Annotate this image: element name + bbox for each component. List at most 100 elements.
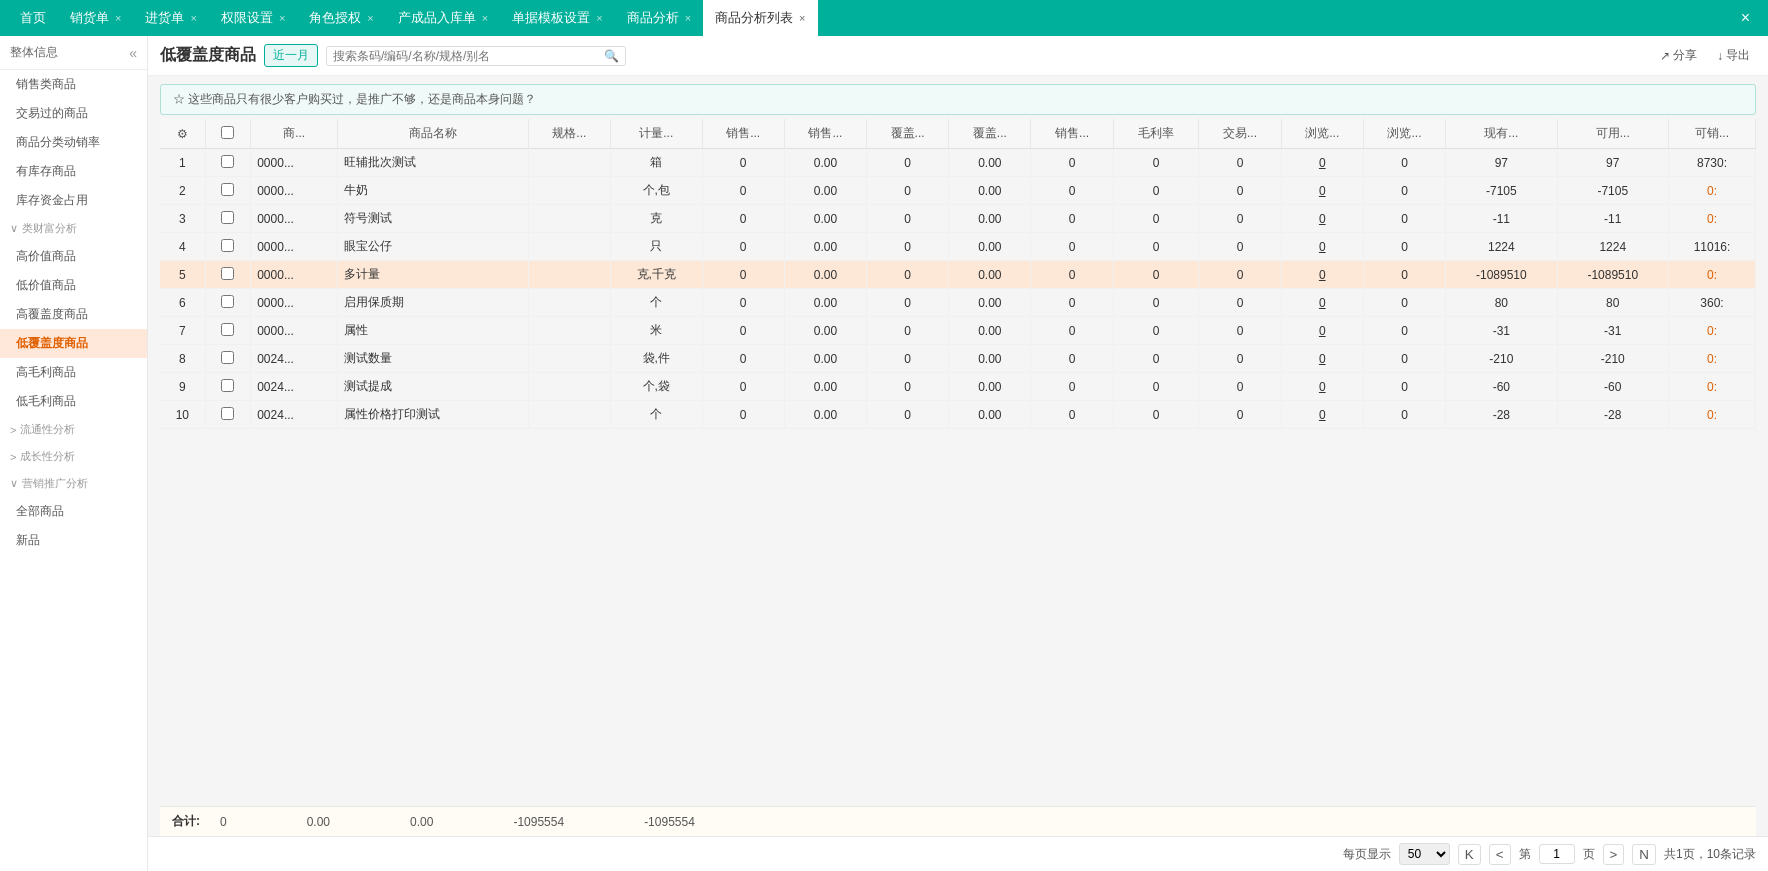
close-product-analysis-tab[interactable]: ×: [685, 12, 691, 24]
th-saleable[interactable]: 可销...: [1668, 119, 1755, 149]
th-view2[interactable]: 浏览...: [1363, 119, 1445, 149]
row-checkbox[interactable]: [205, 345, 250, 373]
sidebar-item-stock-capital[interactable]: 库存资金占用: [0, 186, 147, 215]
row-select-checkbox[interactable]: [221, 211, 234, 224]
close-role-tab[interactable]: ×: [367, 12, 373, 24]
close-purchase-tab[interactable]: ×: [190, 12, 196, 24]
row-view1[interactable]: 0: [1281, 317, 1363, 345]
row-view1[interactable]: 0: [1281, 345, 1363, 373]
close-product-analysis-list-tab[interactable]: ×: [799, 12, 805, 24]
sidebar-item-low-profit[interactable]: 低毛利商品: [0, 387, 147, 416]
view1-link[interactable]: 0: [1319, 156, 1326, 170]
nav-role[interactable]: 角色授权 ×: [297, 0, 385, 36]
prev-page-button[interactable]: <: [1489, 844, 1511, 865]
th-gross[interactable]: 毛利率: [1113, 119, 1199, 149]
row-select-checkbox[interactable]: [221, 379, 234, 392]
export-button[interactable]: ↓ 导出: [1711, 45, 1756, 66]
view1-link[interactable]: 0: [1319, 212, 1326, 226]
close-template-tab[interactable]: ×: [596, 12, 602, 24]
nav-sales[interactable]: 销货单 ×: [58, 0, 133, 36]
sidebar-item-low-coverage[interactable]: 低覆盖度商品: [0, 329, 147, 358]
row-checkbox[interactable]: [205, 317, 250, 345]
select-all-checkbox[interactable]: [221, 126, 234, 139]
view1-link[interactable]: 0: [1319, 352, 1326, 366]
sidebar-item-stock-products[interactable]: 有库存商品: [0, 157, 147, 186]
sidebar-item-sales-products[interactable]: 销售类商品: [0, 70, 147, 99]
sidebar-collapse-button[interactable]: «: [129, 45, 137, 61]
th-checkbox[interactable]: [205, 119, 250, 149]
th-sales-qty[interactable]: 销售...: [702, 119, 784, 149]
row-checkbox[interactable]: [205, 373, 250, 401]
row-checkbox[interactable]: [205, 289, 250, 317]
nav-home[interactable]: 首页: [8, 0, 58, 36]
row-view1[interactable]: 0: [1281, 401, 1363, 429]
sidebar-section-liquidity[interactable]: > 流通性分析: [0, 416, 147, 443]
first-page-button[interactable]: K: [1458, 844, 1481, 865]
view1-link[interactable]: 0: [1319, 268, 1326, 282]
period-button[interactable]: 近一月: [264, 44, 318, 67]
close-sales-tab[interactable]: ×: [115, 12, 121, 24]
sidebar-item-high-coverage[interactable]: 高覆盖度商品: [0, 300, 147, 329]
view1-link[interactable]: 0: [1319, 408, 1326, 422]
th-cover2[interactable]: 覆盖...: [949, 119, 1031, 149]
page-number-input[interactable]: [1539, 844, 1575, 864]
th-cover1[interactable]: 覆盖...: [867, 119, 949, 149]
th-spec[interactable]: 规格...: [528, 119, 610, 149]
row-select-checkbox[interactable]: [221, 407, 234, 420]
sidebar-item-low-value[interactable]: 低价值商品: [0, 271, 147, 300]
th-available[interactable]: 可用...: [1557, 119, 1668, 149]
row-view1[interactable]: 0: [1281, 177, 1363, 205]
row-checkbox[interactable]: [205, 261, 250, 289]
nav-product-in[interactable]: 产成品入库单 ×: [386, 0, 500, 36]
sidebar-section-growth[interactable]: > 成长性分析: [0, 443, 147, 470]
next-page-button[interactable]: >: [1603, 844, 1625, 865]
row-view1[interactable]: 0: [1281, 205, 1363, 233]
per-page-select[interactable]: 50 100 200: [1399, 843, 1450, 865]
row-view1[interactable]: 0: [1281, 233, 1363, 261]
th-sales3[interactable]: 销售...: [1031, 119, 1113, 149]
row-view1[interactable]: 0: [1281, 289, 1363, 317]
window-close-button[interactable]: ×: [1731, 9, 1760, 27]
row-checkbox[interactable]: [205, 149, 250, 177]
nav-permission[interactable]: 权限设置 ×: [209, 0, 297, 36]
row-select-checkbox[interactable]: [221, 295, 234, 308]
th-settings[interactable]: ⚙: [160, 119, 205, 149]
row-view1[interactable]: 0: [1281, 149, 1363, 177]
row-checkbox[interactable]: [205, 205, 250, 233]
share-button[interactable]: ↗ 分享: [1654, 45, 1703, 66]
nav-product-analysis[interactable]: 商品分析 ×: [615, 0, 703, 36]
row-select-checkbox[interactable]: [221, 183, 234, 196]
row-checkbox[interactable]: [205, 233, 250, 261]
search-input[interactable]: [333, 49, 600, 63]
sidebar-section-wealth[interactable]: ∨ 类财富分析: [0, 215, 147, 242]
row-select-checkbox[interactable]: [221, 155, 234, 168]
row-view1[interactable]: 0: [1281, 373, 1363, 401]
th-trade[interactable]: 交易...: [1199, 119, 1281, 149]
th-view1[interactable]: 浏览...: [1281, 119, 1363, 149]
nav-template[interactable]: 单据模板设置 ×: [500, 0, 614, 36]
search-icon[interactable]: 🔍: [604, 49, 619, 63]
nav-product-analysis-list[interactable]: 商品分析列表 ×: [703, 0, 817, 36]
sidebar-item-new-products[interactable]: 新品: [0, 526, 147, 555]
th-current[interactable]: 现有...: [1446, 119, 1557, 149]
row-view1[interactable]: 0: [1281, 261, 1363, 289]
close-permission-tab[interactable]: ×: [279, 12, 285, 24]
th-sales-amt[interactable]: 销售...: [784, 119, 866, 149]
view1-link[interactable]: 0: [1319, 296, 1326, 310]
th-unit[interactable]: 计量...: [610, 119, 702, 149]
row-select-checkbox[interactable]: [221, 239, 234, 252]
sidebar-item-traded-products[interactable]: 交易过的商品: [0, 99, 147, 128]
view1-link[interactable]: 0: [1319, 324, 1326, 338]
view1-link[interactable]: 0: [1319, 184, 1326, 198]
sidebar-item-all-products[interactable]: 全部商品: [0, 497, 147, 526]
view1-link[interactable]: 0: [1319, 380, 1326, 394]
th-code[interactable]: 商...: [251, 119, 338, 149]
sidebar-item-category-rate[interactable]: 商品分类动销率: [0, 128, 147, 157]
row-select-checkbox[interactable]: [221, 323, 234, 336]
last-page-button[interactable]: N: [1632, 844, 1656, 865]
row-checkbox[interactable]: [205, 177, 250, 205]
row-select-checkbox[interactable]: [221, 267, 234, 280]
row-select-checkbox[interactable]: [221, 351, 234, 364]
nav-purchase[interactable]: 进货单 ×: [133, 0, 208, 36]
row-checkbox[interactable]: [205, 401, 250, 429]
